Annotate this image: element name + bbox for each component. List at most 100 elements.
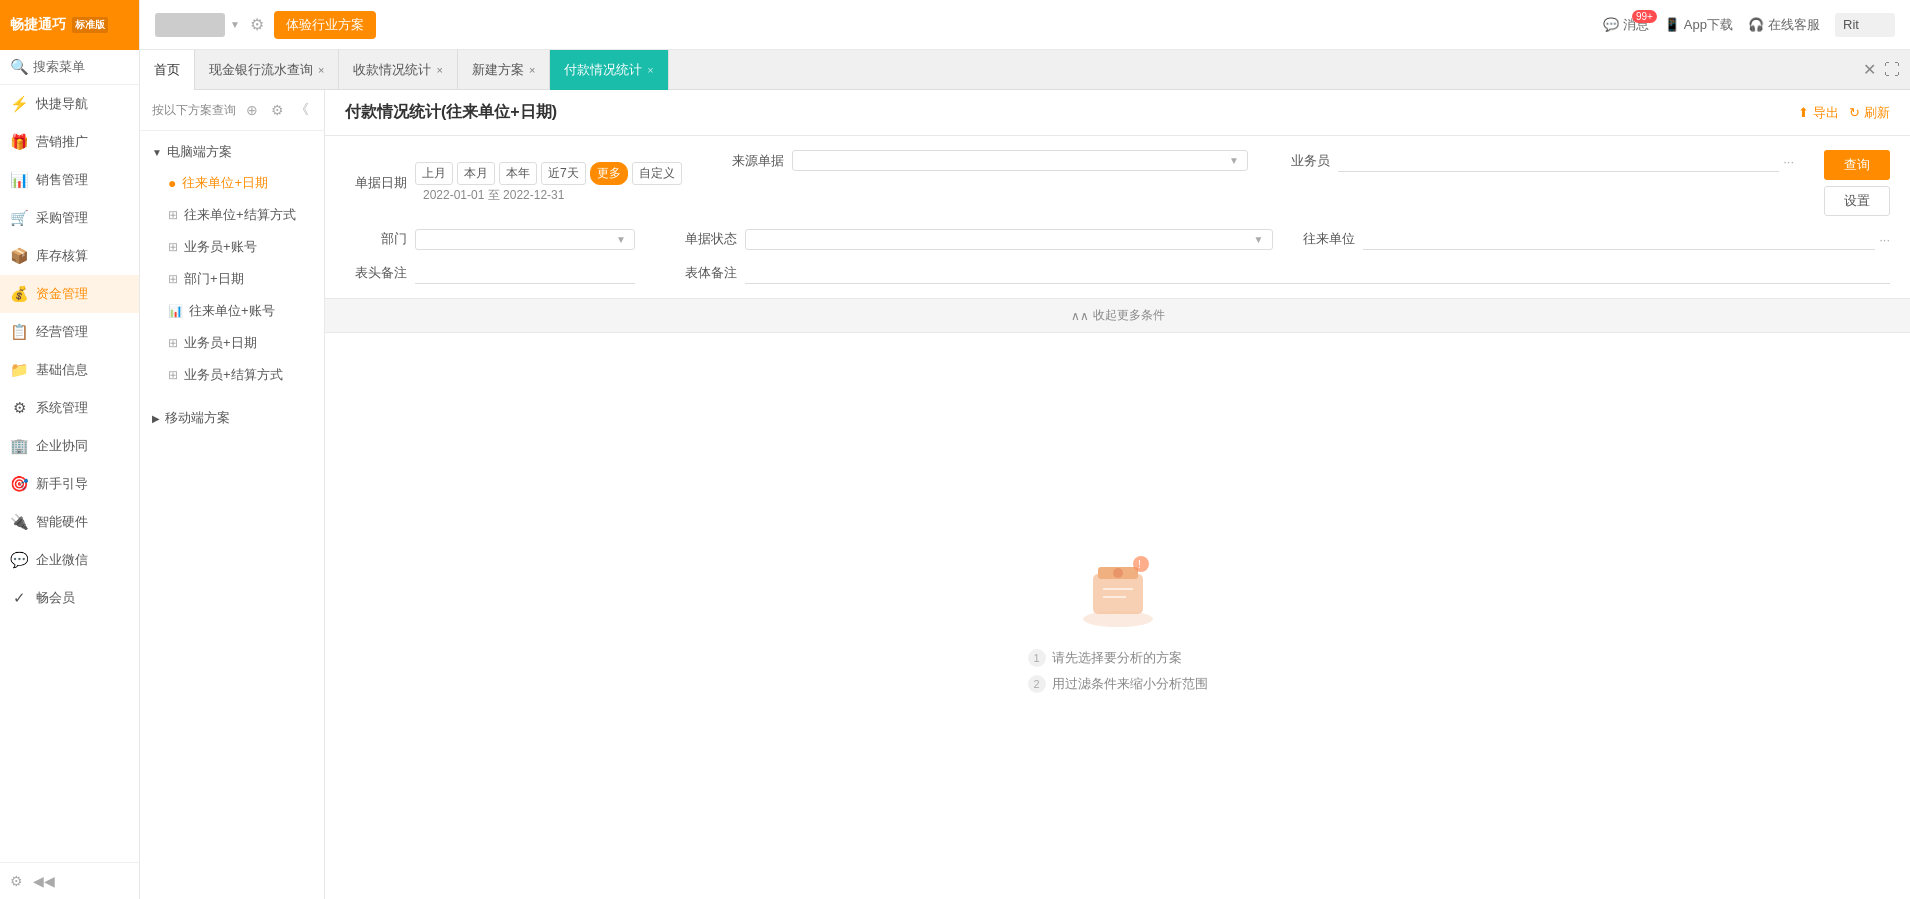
empty-tip-1-text: 请先选择要分析的方案 [1052,649,1182,667]
sidebar-item-basic[interactable]: 📁 基础信息 [0,351,139,389]
nav-icon: ⚡ [10,95,28,113]
sidebar-enterprise-label: 企业协同 [36,437,88,455]
empty-tips: 1 请先选择要分析的方案 2 用过滤条件来缩小分析范围 [1028,649,1208,693]
tab-receipt[interactable]: 收款情况统计 × [339,50,457,90]
content-area: 按以下方案查询 ⊕ ⚙ 《 ▼ 电脑端方案 ● 往来单位+日期 ⊞ [140,90,1910,899]
status-select[interactable]: ▼ [745,229,1273,250]
empty-illustration: ! [1068,539,1168,639]
trial-button[interactable]: 体验行业方案 [274,11,376,39]
collapse-sidebar-icon[interactable]: ◀◀ [33,873,55,889]
sidebar-sales-label: 销售管理 [36,171,88,189]
scheme-item-staff-account[interactable]: ⊞ 业务员+账号 [140,231,324,263]
topbar-user[interactable]: ▼ [155,13,240,37]
sidebar-item-hardware[interactable]: 🔌 智能硬件 [0,503,139,541]
scheme-item-unit-date[interactable]: ● 往来单位+日期 [140,167,324,199]
tab-payment[interactable]: 付款情况统计 × [550,50,668,90]
sidebar-item-vip[interactable]: ✓ 畅会员 [0,579,139,617]
mobile-expand-icon: ▶ [152,413,160,424]
setting-button[interactable]: 设置 [1824,186,1890,216]
date-buttons: 上月 本月 本年 近7天 更多 自定义 [415,162,682,185]
tab-fullscreen-icon[interactable]: ⛶ [1884,61,1900,79]
online-service-button[interactable]: 🎧 在线客服 [1748,16,1820,34]
query-button[interactable]: 查询 [1824,150,1890,180]
tab-new-scheme-close[interactable]: × [529,64,535,76]
sidebar-item-weichat[interactable]: 💬 企业微信 [0,541,139,579]
guide-icon: 🎯 [10,475,28,493]
desktop-expand-icon: ▼ [152,147,162,158]
desktop-section-title[interactable]: ▼ 电脑端方案 [140,137,324,167]
header-remark-input[interactable] [415,262,635,284]
sidebar-item-search[interactable]: 🔍 搜索菜单 [0,50,139,85]
empty-tip-2-text: 用过滤条件来缩小分析范围 [1052,675,1208,693]
staff-input[interactable] [1338,150,1779,172]
body-remark-label: 表体备注 [675,264,745,282]
tab-home[interactable]: 首页 [140,50,195,90]
last-7days-btn[interactable]: 近7天 [541,162,586,185]
user-avatar [155,13,225,37]
sidebar-item-system[interactable]: ⚙ 系统管理 [0,389,139,427]
scheme-item-unit-account[interactable]: 📊 往来单位+账号 [140,295,324,327]
scheme-item-staff-date[interactable]: ⊞ 业务员+日期 [140,327,324,359]
this-month-btn[interactable]: 本月 [457,162,495,185]
source-select[interactable]: ▼ [792,150,1248,171]
scheme-grid-icon-5: ⊞ [168,368,178,382]
tab-bar: 首页 现金银行流水查询 × 收款情况统计 × 新建方案 × 付款情况统计 × ✕… [140,50,1910,90]
left-panel-actions: ⊕ ⚙ 《 [242,100,312,120]
sidebar-hardware-label: 智能硬件 [36,513,88,531]
this-year-btn[interactable]: 本年 [499,162,537,185]
tab-new-scheme[interactable]: 新建方案 × [458,50,550,90]
collapse-label: 收起更多条件 [1093,307,1165,324]
collapse-conditions-button[interactable]: ∧∧ 收起更多条件 [1071,307,1165,324]
scheme-item-unit-settle[interactable]: ⊞ 往来单位+结算方式 [140,199,324,231]
sidebar-item-inventory[interactable]: 📦 库存核算 [0,237,139,275]
empty-tip-1: 1 请先选择要分析的方案 [1028,649,1208,667]
sidebar-item-purchase[interactable]: 🛒 采购管理 [0,199,139,237]
unit-label: 往来单位 [1293,230,1363,248]
tab-bank-close[interactable]: × [318,64,324,76]
settings-bottom-icon[interactable]: ⚙ [10,873,23,889]
scheme-settings-icon[interactable]: ⚙ [267,100,287,120]
app-download-button[interactable]: 📱 App下载 [1664,16,1733,34]
tab-receipt-close[interactable]: × [436,64,442,76]
tab-bank[interactable]: 现金银行流水查询 × [195,50,339,90]
body-remark-input[interactable] [745,262,1890,284]
sidebar-vip-label: 畅会员 [36,589,75,607]
sidebar-item-enterprise[interactable]: 🏢 企业协同 [0,427,139,465]
tabs-right-controls: ✕ ⛶ [1863,60,1910,79]
unit-input[interactable] [1363,228,1876,250]
scheme-item-dept-date[interactable]: ⊞ 部门+日期 [140,263,324,295]
topbar-gear-icon[interactable]: ⚙ [250,15,264,34]
header-remark-label: 表头备注 [345,264,415,282]
service-icon: 🎧 [1748,17,1764,32]
sidebar-item-guide[interactable]: 🎯 新手引导 [0,465,139,503]
add-scheme-icon[interactable]: ⊕ [242,100,262,120]
tab-close-all-icon[interactable]: ✕ [1863,60,1876,79]
refresh-icon: ↻ [1849,105,1860,120]
more-date-btn[interactable]: 更多 [590,162,628,185]
weichat-icon: 💬 [10,551,28,569]
svg-point-6 [1133,556,1149,572]
collapse-panel-icon[interactable]: 《 [292,100,312,120]
scheme-chart-icon: 📊 [168,304,183,318]
marketing-icon: 🎁 [10,133,28,151]
sidebar-item-capital[interactable]: 💰 资金管理 [0,275,139,313]
export-button[interactable]: ⬆ 导出 [1798,104,1839,122]
date-range-display: 2022-01-01 至 2022-12-31 [423,187,682,204]
sidebar-guide-label: 新手引导 [36,475,88,493]
notifications-button[interactable]: 💬 消息 99+ [1603,16,1649,34]
refresh-button[interactable]: ↻ 刷新 [1849,104,1890,122]
topbar-user-display[interactable]: Rit [1835,13,1895,37]
sidebar-item-marketing[interactable]: 🎁 营销推广 [0,123,139,161]
sidebar-item-nav[interactable]: ⚡ 快捷导航 [0,85,139,123]
scheme-item-staff-settle[interactable]: ⊞ 业务员+结算方式 [140,359,324,391]
last-month-btn[interactable]: 上月 [415,162,453,185]
scheme-grid-icon-3: ⊞ [168,272,178,286]
custom-date-btn[interactable]: 自定义 [632,162,682,185]
sidebar-item-operation[interactable]: 📋 经营管理 [0,313,139,351]
dept-select[interactable]: ▼ [415,229,635,250]
sidebar-item-sales[interactable]: 📊 销售管理 [0,161,139,199]
operation-icon: 📋 [10,323,28,341]
mobile-section-title[interactable]: ▶ 移动端方案 [140,403,324,433]
filter-row-3: 表头备注 表体备注 [345,262,1890,284]
tab-payment-close[interactable]: × [647,64,653,76]
